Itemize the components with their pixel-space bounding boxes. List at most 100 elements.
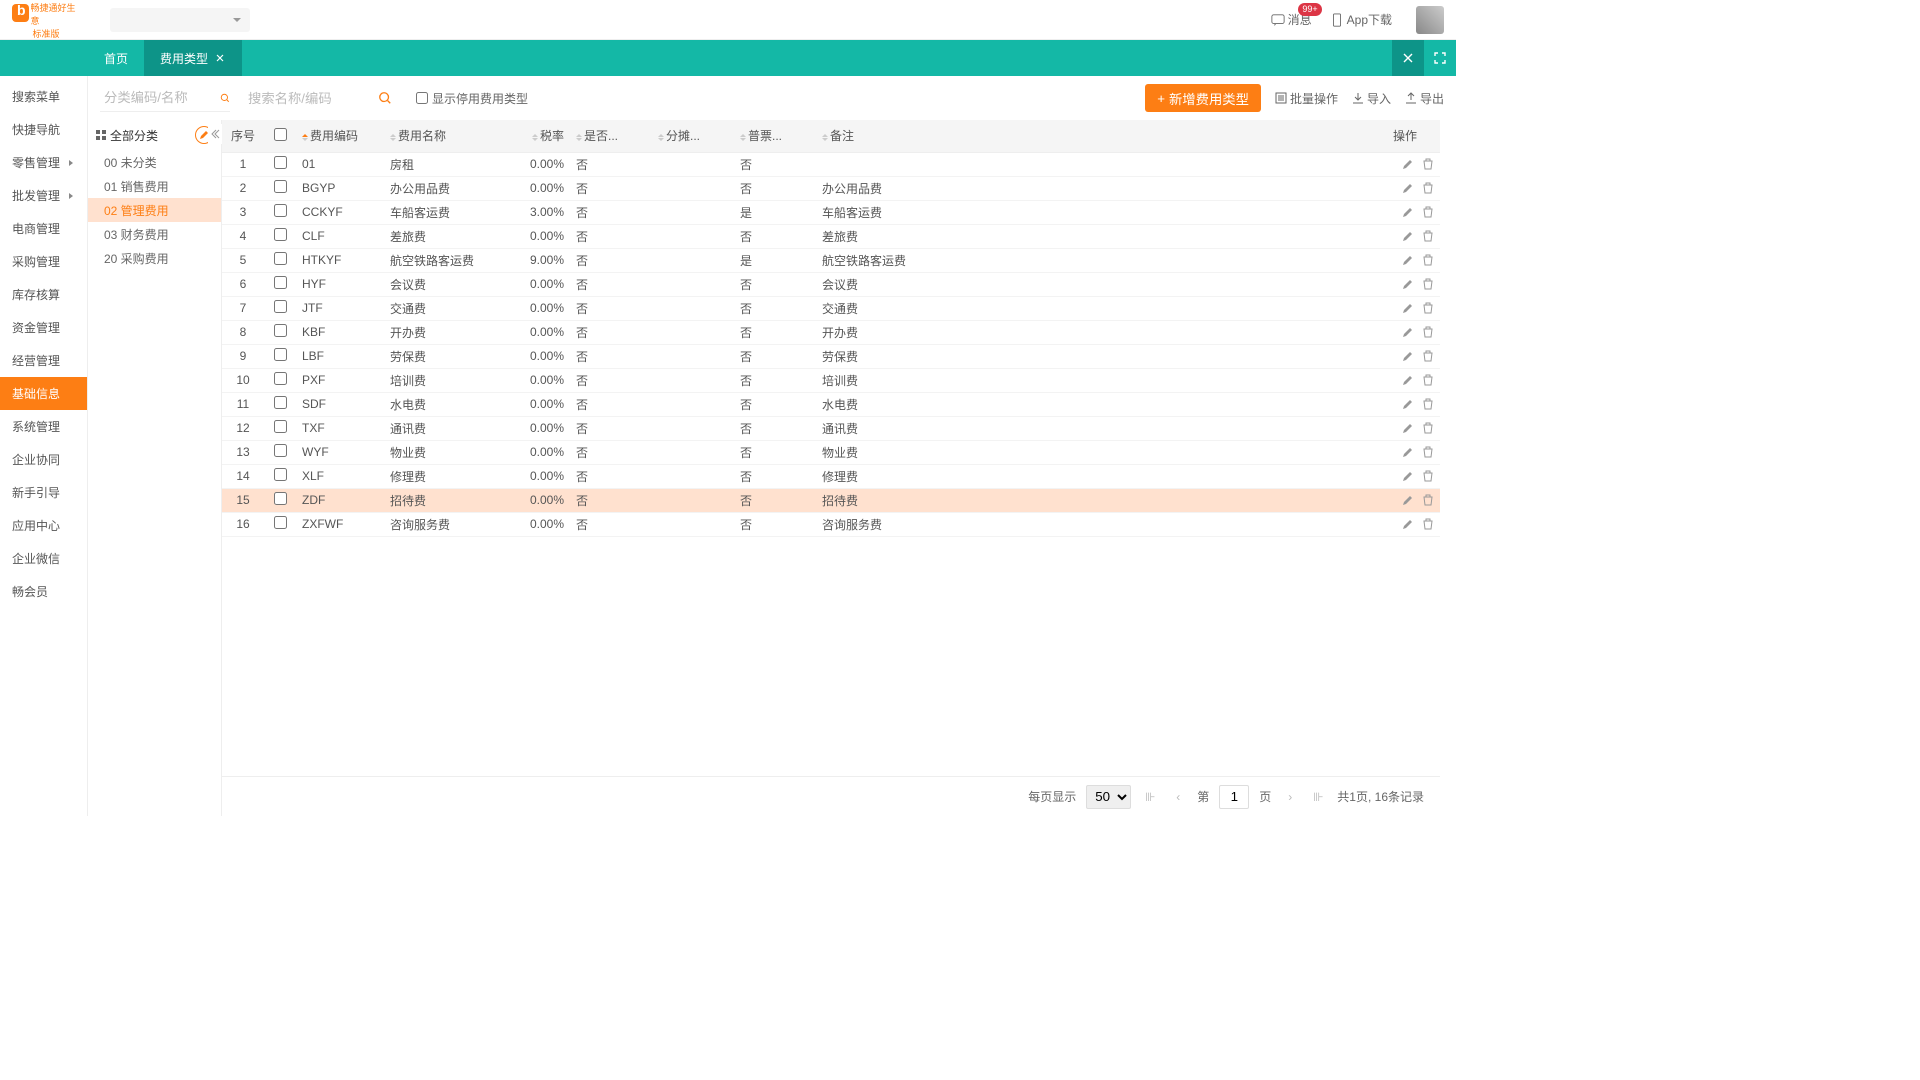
tab-close-icon[interactable] <box>214 52 226 64</box>
pager-page-input[interactable] <box>1219 785 1249 809</box>
row-checkbox[interactable] <box>274 396 287 409</box>
row-edit-icon[interactable] <box>1402 422 1414 434</box>
row-edit-icon[interactable] <box>1402 374 1414 386</box>
new-fee-type-button[interactable]: + 新增费用类型 <box>1145 84 1261 112</box>
row-edit-icon[interactable] <box>1402 350 1414 362</box>
col-code[interactable]: 费用编码 <box>296 120 384 152</box>
row-edit-icon[interactable] <box>1402 254 1414 266</box>
row-checkbox[interactable] <box>274 372 287 385</box>
row-edit-icon[interactable] <box>1402 278 1414 290</box>
table-row[interactable]: 2 BGYP 办公用品费 0.00% 否 否 办公用品费 <box>222 176 1440 200</box>
row-checkbox[interactable] <box>274 348 287 361</box>
sidebar-item[interactable]: 资金管理 <box>0 311 87 344</box>
category-item[interactable]: 20 采购费用 <box>88 246 221 270</box>
sidebar-item[interactable]: 库存核算 <box>0 278 87 311</box>
category-item[interactable]: 00 未分类 <box>88 150 221 174</box>
table-row[interactable]: 16 ZXFWF 咨询服务费 0.00% 否 否 咨询服务费 <box>222 512 1440 536</box>
sidebar-item[interactable]: 基础信息 <box>0 377 87 410</box>
col-checkbox[interactable] <box>264 120 296 152</box>
table-row[interactable]: 9 LBF 劳保费 0.00% 否 否 劳保费 <box>222 344 1440 368</box>
row-edit-icon[interactable] <box>1402 398 1414 410</box>
table-row[interactable]: 6 HYF 会议费 0.00% 否 否 会议费 <box>222 272 1440 296</box>
row-delete-icon[interactable] <box>1422 326 1434 338</box>
table-row[interactable]: 13 WYF 物业费 0.00% 否 否 物业费 <box>222 440 1440 464</box>
sidebar-item[interactable]: 快捷导航 <box>0 113 87 146</box>
category-collapse-button[interactable] <box>208 124 222 144</box>
pager-last[interactable]: ⊪ <box>1309 788 1327 806</box>
col-bool3[interactable]: 普票... <box>734 120 816 152</box>
row-edit-icon[interactable] <box>1402 206 1414 218</box>
sidebar-item[interactable]: 批发管理 <box>0 179 87 212</box>
sidebar-item[interactable]: 企业微信 <box>0 542 87 575</box>
messages-button[interactable]: 消息 99+ <box>1271 11 1312 28</box>
row-delete-icon[interactable] <box>1422 398 1434 410</box>
row-delete-icon[interactable] <box>1422 254 1434 266</box>
pager-first[interactable]: ⊪ <box>1141 788 1159 806</box>
org-dropdown[interactable] <box>110 8 250 32</box>
main-search-input[interactable] <box>248 85 378 111</box>
row-delete-icon[interactable] <box>1422 494 1434 506</box>
table-row[interactable]: 15 ZDF 招待费 0.00% 否 否 招待费 <box>222 488 1440 512</box>
table-row[interactable]: 5 HTKYF 航空铁路客运费 9.00% 否 是 航空铁路客运费 <box>222 248 1440 272</box>
row-edit-icon[interactable] <box>1402 446 1414 458</box>
batch-ops-button[interactable]: 批量操作 <box>1275 90 1338 107</box>
tab-fee-type[interactable]: 费用类型 <box>144 40 242 76</box>
category-item[interactable]: 02 管理费用 <box>88 198 221 222</box>
sidebar-item[interactable]: 零售管理 <box>0 146 87 179</box>
avatar[interactable] <box>1416 6 1444 34</box>
row-checkbox[interactable] <box>274 444 287 457</box>
row-delete-icon[interactable] <box>1422 374 1434 386</box>
sidebar-item[interactable]: 企业协同 <box>0 443 87 476</box>
row-checkbox[interactable] <box>274 276 287 289</box>
page-size-select[interactable]: 50 <box>1086 785 1131 809</box>
row-delete-icon[interactable] <box>1422 422 1434 434</box>
table-row[interactable]: 1 01 房租 0.00% 否 否 <box>222 152 1440 176</box>
pager-next[interactable]: › <box>1281 788 1299 806</box>
row-checkbox[interactable] <box>274 468 287 481</box>
pager-prev[interactable]: ‹ <box>1169 788 1187 806</box>
col-bool2[interactable]: 分摊... <box>652 120 734 152</box>
table-row[interactable]: 3 CCKYF 车船客运费 3.00% 否 是 车船客运费 <box>222 200 1440 224</box>
tab-home[interactable]: 首页 <box>88 40 144 76</box>
row-edit-icon[interactable] <box>1402 158 1414 170</box>
export-button[interactable]: 导出 <box>1405 90 1444 107</box>
sidebar-item[interactable]: 应用中心 <box>0 509 87 542</box>
category-item[interactable]: 03 财务费用 <box>88 222 221 246</box>
search-icon[interactable] <box>378 91 392 105</box>
row-delete-icon[interactable] <box>1422 518 1434 530</box>
sidebar-item[interactable]: 电商管理 <box>0 212 87 245</box>
row-delete-icon[interactable] <box>1422 350 1434 362</box>
row-delete-icon[interactable] <box>1422 206 1434 218</box>
table-row[interactable]: 12 TXF 通讯费 0.00% 否 否 通讯费 <box>222 416 1440 440</box>
sidebar-item[interactable]: 新手引导 <box>0 476 87 509</box>
table-row[interactable]: 14 XLF 修理费 0.00% 否 否 修理费 <box>222 464 1440 488</box>
category-search-input[interactable] <box>100 85 220 111</box>
sidebar-item[interactable]: 采购管理 <box>0 245 87 278</box>
row-checkbox[interactable] <box>274 300 287 313</box>
row-edit-icon[interactable] <box>1402 302 1414 314</box>
row-edit-icon[interactable] <box>1402 518 1414 530</box>
sidebar-item[interactable]: 搜索菜单 <box>0 80 87 113</box>
tab-close-all[interactable] <box>1392 40 1424 76</box>
row-edit-icon[interactable] <box>1402 182 1414 194</box>
tab-fullscreen[interactable] <box>1424 40 1456 76</box>
app-download-button[interactable]: App下载 <box>1330 11 1392 28</box>
category-item[interactable]: 01 销售费用 <box>88 174 221 198</box>
row-checkbox[interactable] <box>274 204 287 217</box>
row-checkbox[interactable] <box>274 228 287 241</box>
row-checkbox[interactable] <box>274 156 287 169</box>
row-checkbox[interactable] <box>274 420 287 433</box>
col-rate[interactable]: 税率 <box>504 120 570 152</box>
table-row[interactable]: 11 SDF 水电费 0.00% 否 否 水电费 <box>222 392 1440 416</box>
row-delete-icon[interactable] <box>1422 278 1434 290</box>
row-checkbox[interactable] <box>274 492 287 505</box>
row-checkbox[interactable] <box>274 180 287 193</box>
row-delete-icon[interactable] <box>1422 302 1434 314</box>
import-button[interactable]: 导入 <box>1352 90 1391 107</box>
col-bool1[interactable]: 是否... <box>570 120 652 152</box>
row-delete-icon[interactable] <box>1422 158 1434 170</box>
sidebar-item[interactable]: 系统管理 <box>0 410 87 443</box>
row-checkbox[interactable] <box>274 324 287 337</box>
table-row[interactable]: 8 KBF 开办费 0.00% 否 否 开办费 <box>222 320 1440 344</box>
row-delete-icon[interactable] <box>1422 182 1434 194</box>
